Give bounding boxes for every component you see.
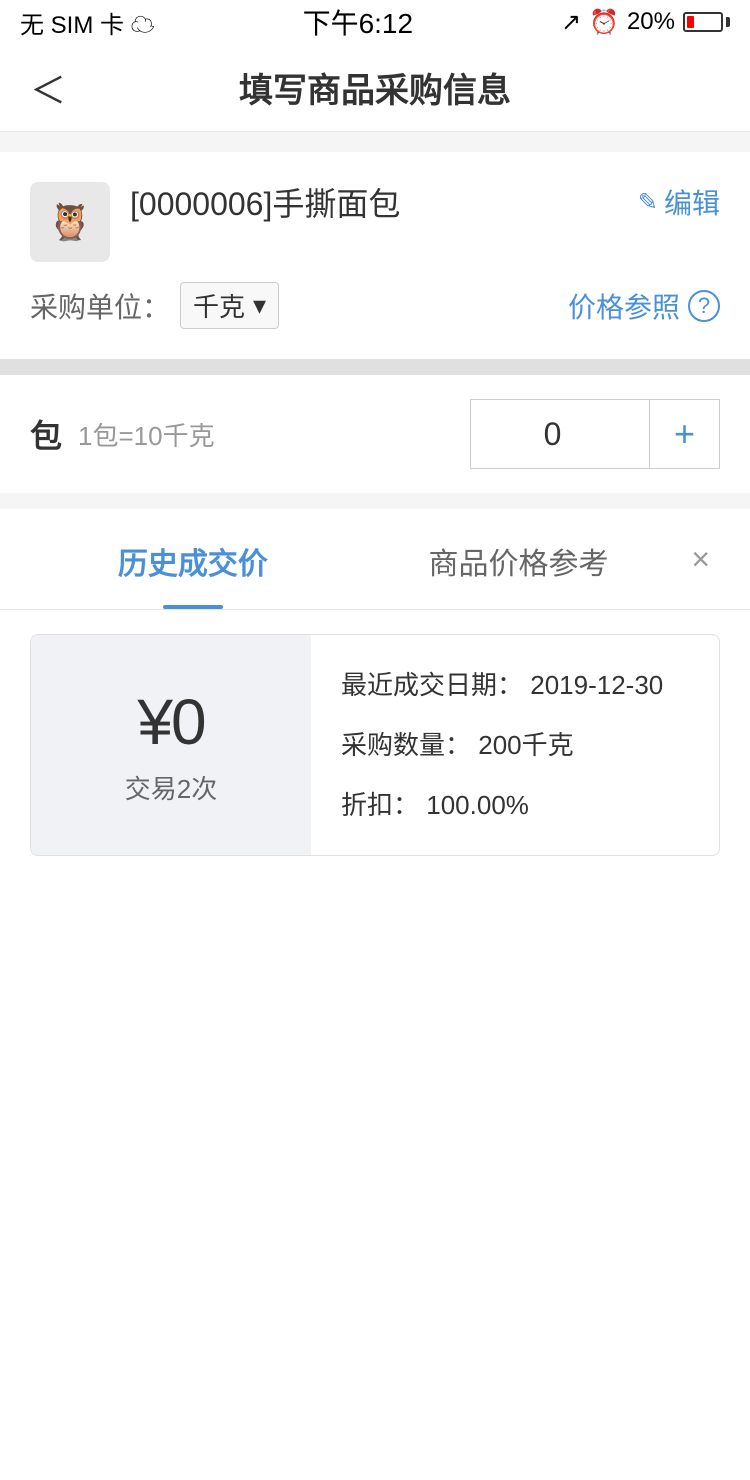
tab-product-price-ref[interactable]: 商品价格参考	[356, 509, 682, 609]
quantity-input[interactable]	[470, 399, 650, 469]
discount-value: 100.00%	[426, 790, 529, 820]
recent-date-value: 2019-12-30	[530, 670, 663, 700]
price-card-right: 最近成交日期： 2019-12-30 采购数量： 200千克 折扣： 100.0…	[311, 635, 719, 855]
price-card: ¥0 交易2次 最近成交日期： 2019-12-30 采购数量： 200千克 折…	[30, 634, 720, 856]
unit-select[interactable]: 千克 ▾	[180, 282, 279, 329]
close-icon: ×	[691, 541, 710, 577]
owl-icon: 🦉	[48, 201, 93, 243]
tab-section: 历史成交价 商品价格参考 × ¥0 交易2次 最近成交日期： 2019-12-3…	[0, 509, 750, 880]
status-left: 无 SIM 卡 ☁	[20, 5, 155, 40]
discount-line: 折扣： 100.00%	[341, 785, 689, 825]
quantity-row: 包 1包=10千克 +	[0, 375, 750, 493]
recent-date-label: 最近成交日期：	[341, 670, 523, 700]
product-card: 🦉 [0000006]手撕面包 ✎ 编辑 采购单位： 千克 ▾ 价格参照 ?	[0, 152, 750, 359]
dropdown-icon: ▾	[253, 290, 266, 321]
price-amount: ¥0	[137, 685, 204, 759]
purchase-qty-line: 采购数量： 200千克	[341, 725, 689, 765]
tab-close-button[interactable]: ×	[681, 531, 720, 588]
discount-label: 折扣：	[341, 790, 419, 820]
tab-history-price[interactable]: 历史成交价	[30, 509, 356, 609]
unit-left: 采购单位： 千克 ▾	[30, 282, 279, 329]
battery-percent: 20%	[627, 8, 675, 36]
price-card-left: ¥0 交易2次	[31, 635, 311, 855]
back-icon: ＜	[30, 70, 66, 111]
tab-header: 历史成交价 商品价格参考 ×	[0, 509, 750, 610]
purchase-qty-label: 采购数量：	[341, 730, 471, 760]
qty-unit-label: 包	[30, 411, 62, 457]
bottom-area	[0, 880, 750, 1480]
tab-history-price-label: 历史成交价	[118, 548, 268, 581]
recent-date-line: 最近成交日期： 2019-12-30	[341, 665, 689, 705]
location-icon: ↗	[561, 8, 581, 37]
product-top: 🦉 [0000006]手撕面包 ✎ 编辑	[30, 182, 720, 262]
edit-label: 编辑	[664, 182, 720, 222]
nav-bar: ＜ 填写商品采购信息	[0, 44, 750, 132]
plus-icon: +	[674, 413, 695, 455]
section-divider	[0, 359, 750, 375]
price-ref-button[interactable]: 价格参照 ?	[568, 286, 720, 326]
tab-product-price-ref-label: 商品价格参考	[428, 548, 608, 581]
status-right: ↗ ⏰ 20%	[561, 8, 730, 37]
alarm-icon: ⏰	[589, 8, 619, 37]
edit-button[interactable]: ✎ 编辑	[638, 182, 720, 222]
product-thumbnail: 🦉	[30, 182, 110, 262]
status-bar: 无 SIM 卡 ☁ 下午6:12 ↗ ⏰ 20%	[0, 0, 750, 44]
purchase-qty-value: 200千克	[478, 730, 573, 760]
quantity-plus-button[interactable]: +	[650, 399, 720, 469]
status-time: 下午6:12	[303, 2, 414, 42]
help-icon: ?	[688, 290, 720, 322]
product-unit-row: 采购单位： 千克 ▾ 价格参照 ?	[30, 282, 720, 329]
qty-conversion: 1包=10千克	[78, 416, 215, 453]
product-left: 🦉 [0000006]手撕面包	[30, 182, 400, 262]
unit-label: 采购单位：	[30, 286, 170, 326]
price-ref-label: 价格参照	[568, 286, 680, 326]
price-trade-count: 交易2次	[125, 769, 217, 806]
edit-icon: ✎	[638, 188, 658, 217]
battery-icon	[683, 12, 730, 32]
unit-value: 千克	[193, 287, 245, 324]
sim-label: 无 SIM 卡 ☁	[20, 5, 155, 40]
quantity-input-group: +	[470, 399, 720, 469]
price-card-area: ¥0 交易2次 最近成交日期： 2019-12-30 采购数量： 200千克 折…	[0, 610, 750, 880]
page-title: 填写商品采购信息	[239, 63, 511, 112]
back-button[interactable]: ＜	[30, 52, 76, 124]
quantity-left: 包 1包=10千克	[30, 411, 215, 457]
product-name: [0000006]手撕面包	[130, 182, 400, 226]
